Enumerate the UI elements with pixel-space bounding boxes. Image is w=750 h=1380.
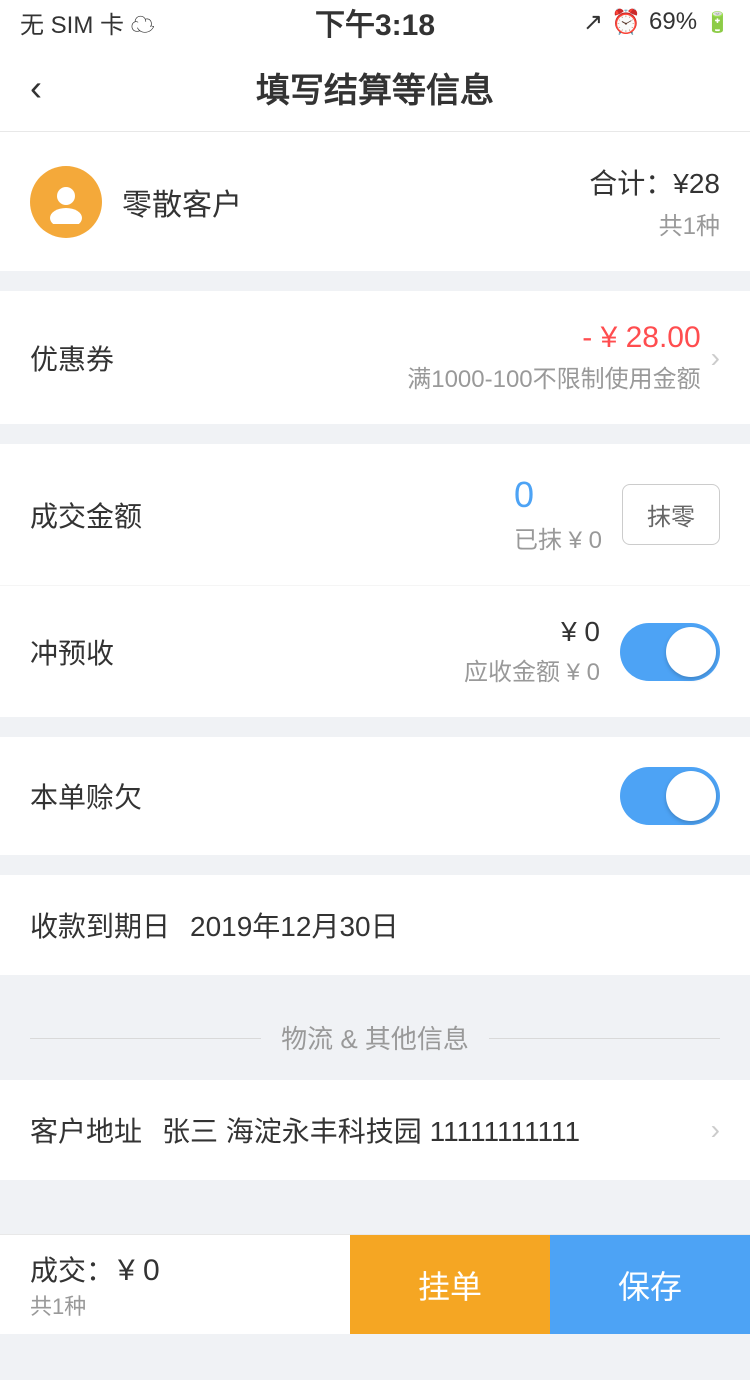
- advance-receivable: 应收金额 ¥ 0: [464, 652, 600, 687]
- chevron-right-icon: ›: [711, 1114, 720, 1146]
- due-date-section[interactable]: 收款到期日 2019年12月30日: [0, 875, 750, 975]
- user-icon: [44, 180, 88, 224]
- avatar: [30, 166, 102, 238]
- deal-amount-value: 0: [514, 474, 602, 516]
- deal-amount-label: 成交金额: [30, 495, 142, 535]
- battery-icon: 🔋: [705, 10, 730, 35]
- address-section[interactable]: 客户地址 张三 海淀永丰科技园 11111111111 ›: [0, 1080, 750, 1180]
- address-label: 客户地址: [30, 1110, 142, 1150]
- address-left: 客户地址 张三 海淀永丰科技园 11111111111: [30, 1110, 580, 1150]
- total-count: 共1种: [589, 206, 720, 241]
- advance-amount-block: ¥ 0 应收金额 ¥ 0: [464, 616, 600, 687]
- advance-row: 冲预收 ¥ 0 应收金额 ¥ 0: [0, 586, 750, 717]
- sim-label: 无 SIM 卡 ☁: [20, 5, 155, 40]
- credit-toggle[interactable]: [620, 767, 720, 825]
- customer-section: 零散客户 合计：¥28 共1种: [0, 132, 750, 271]
- advance-toggle[interactable]: [620, 623, 720, 681]
- customer-name: 零散客户: [122, 180, 242, 224]
- status-right: ↗ ⏰ 69% 🔋: [583, 8, 730, 37]
- page-title: 填写结算等信息: [256, 63, 494, 112]
- bottom-info: 成交： ¥ 0 共1种: [0, 1235, 350, 1334]
- coupon-right: - ¥ 28.00 满1000-100不限制使用金额 ›: [407, 321, 720, 394]
- coupon-value: - ¥ 28.00: [407, 321, 700, 355]
- bottom-bar: 成交： ¥ 0 共1种 挂单 保存: [0, 1234, 750, 1334]
- address-value: 张三 海淀永丰科技园 11111111111: [162, 1110, 580, 1150]
- already-deducted: 已抹 ¥ 0: [514, 520, 602, 555]
- bottom-deal-row: 成交： ¥ 0: [30, 1249, 320, 1289]
- due-date-label: 收款到期日: [30, 905, 170, 945]
- status-time: 下午3:18: [315, 0, 435, 44]
- credit-section: 本单赊欠: [0, 737, 750, 855]
- content: 零散客户 合计：¥28 共1种 优惠券 - ¥ 28.00 满1000-100不…: [0, 132, 750, 1380]
- nav-bar: ‹ 填写结算等信息: [0, 44, 750, 132]
- back-button[interactable]: ‹: [30, 67, 42, 109]
- status-bar: 无 SIM 卡 ☁ 下午3:18 ↗ ⏰ 69% 🔋: [0, 0, 750, 44]
- chevron-right-icon: ›: [711, 342, 720, 374]
- credit-label: 本单赊欠: [30, 776, 142, 816]
- deal-amount-block: 0 已抹 ¥ 0: [514, 474, 602, 555]
- bottom-count: 共1种: [30, 1289, 320, 1321]
- total-amount: 合计：¥28: [589, 162, 720, 202]
- bottom-deal-label: 成交：: [30, 1249, 114, 1289]
- divider-text: 物流 & 其他信息: [261, 1019, 489, 1056]
- customer-right: 合计：¥28 共1种: [589, 162, 720, 241]
- coupon-section[interactable]: 优惠券 - ¥ 28.00 满1000-100不限制使用金额 ›: [0, 291, 750, 424]
- bottom-deal-amount: ¥ 0: [118, 1254, 160, 1288]
- deal-amount-row: 成交金额 0 已抹 ¥ 0 抹零: [0, 444, 750, 586]
- deal-advance-section: 成交金额 0 已抹 ¥ 0 抹零 冲预收 ¥ 0 应收金额 ¥ 0: [0, 444, 750, 717]
- deal-right: 0 已抹 ¥ 0 抹零: [514, 474, 720, 555]
- location-icon: ↗: [583, 8, 603, 37]
- customer-left: 零散客户: [30, 166, 242, 238]
- coupon-desc: 满1000-100不限制使用金额: [407, 359, 700, 394]
- coupon-detail: - ¥ 28.00 满1000-100不限制使用金额: [407, 321, 700, 394]
- save-button[interactable]: 保存: [550, 1235, 750, 1334]
- coupon-label: 优惠券: [30, 338, 114, 378]
- round-button[interactable]: 抹零: [622, 484, 720, 545]
- advance-amount: ¥ 0: [464, 616, 600, 648]
- advance-label: 冲预收: [30, 632, 114, 672]
- advance-right: ¥ 0 应收金额 ¥ 0: [464, 616, 720, 687]
- status-left: 无 SIM 卡 ☁: [20, 5, 155, 40]
- due-date-value: 2019年12月30日: [190, 905, 399, 945]
- hold-button[interactable]: 挂单: [350, 1235, 550, 1334]
- alarm-icon: ⏰: [611, 8, 641, 37]
- divider-section: 物流 & 其他信息: [0, 995, 750, 1080]
- battery-label: 69%: [649, 8, 697, 36]
